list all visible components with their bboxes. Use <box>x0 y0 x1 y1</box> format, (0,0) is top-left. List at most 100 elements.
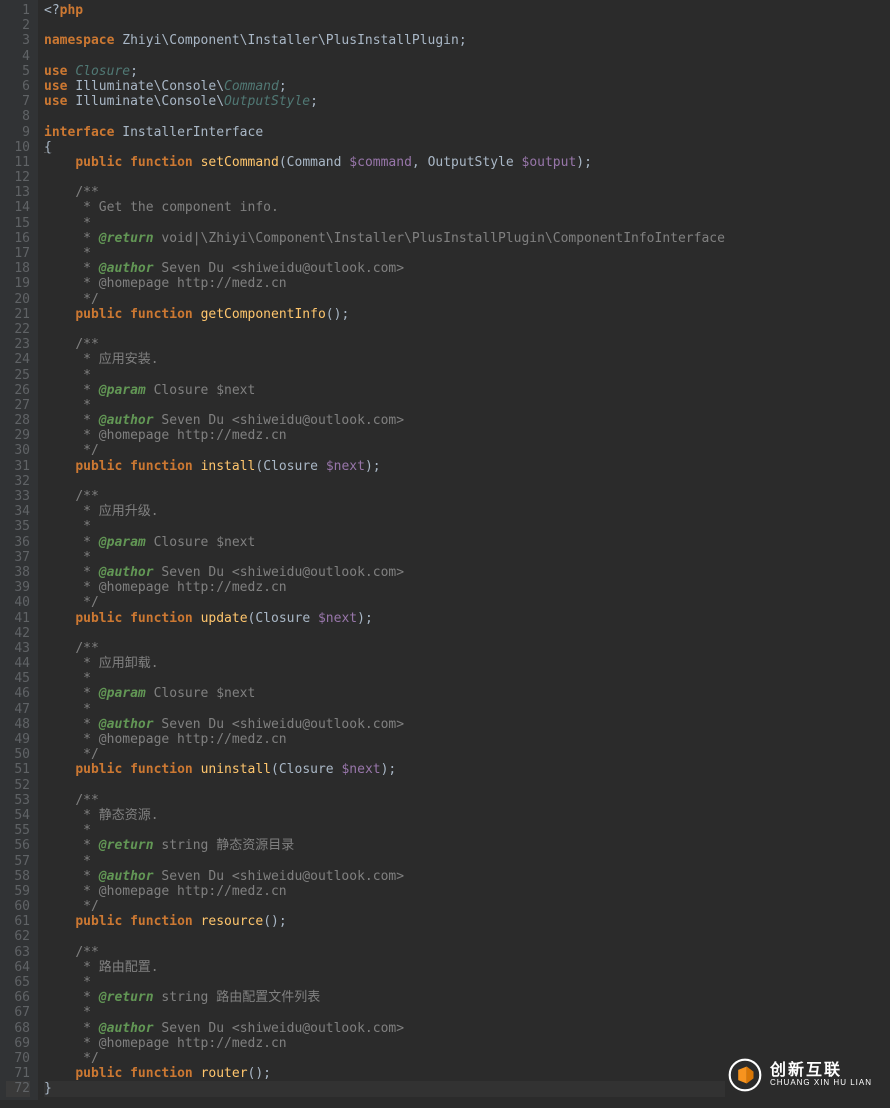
code-line[interactable]: public function install(Closure $next); <box>44 459 725 474</box>
code-line[interactable]: * @homepage http://medz.cn <box>44 580 725 595</box>
line-number: 24 <box>6 352 30 367</box>
code-line[interactable]: * <box>44 216 725 231</box>
code-line[interactable] <box>44 929 725 944</box>
code-line[interactable] <box>44 109 725 124</box>
code-line[interactable] <box>44 49 725 64</box>
line-number: 25 <box>6 368 30 383</box>
line-number: 21 <box>6 307 30 322</box>
code-line[interactable]: /** <box>44 185 725 200</box>
code-line[interactable]: * @author Seven Du <shiweidu@outlook.com… <box>44 1021 725 1036</box>
code-line[interactable]: * @param Closure $next <box>44 686 725 701</box>
code-line[interactable]: * <box>44 975 725 990</box>
code-line[interactable]: * @author Seven Du <shiweidu@outlook.com… <box>44 717 725 732</box>
line-number-gutter: 1234567891011121314151617181920212223242… <box>0 0 38 1100</box>
code-line[interactable]: */ <box>44 747 725 762</box>
code-line[interactable]: * <box>44 368 725 383</box>
code-line[interactable]: /** <box>44 489 725 504</box>
code-line[interactable]: * <box>44 702 725 717</box>
code-line[interactable]: * @return string 路由配置文件列表 <box>44 990 725 1005</box>
line-number: 5 <box>6 64 30 79</box>
code-line[interactable]: * @return void|\Zhiyi\Component\Installe… <box>44 231 725 246</box>
code-line[interactable] <box>44 170 725 185</box>
code-line[interactable]: * @homepage http://medz.cn <box>44 732 725 747</box>
code-line[interactable]: * <box>44 854 725 869</box>
code-line[interactable]: * @author Seven Du <shiweidu@outlook.com… <box>44 261 725 276</box>
code-line[interactable]: * @homepage http://medz.cn <box>44 884 725 899</box>
code-line[interactable] <box>44 18 725 33</box>
code-line[interactable]: /** <box>44 641 725 656</box>
code-line[interactable]: interface InstallerInterface <box>44 125 725 140</box>
code-line[interactable]: { <box>44 140 725 155</box>
line-number: 59 <box>6 884 30 899</box>
code-line[interactable]: public function router(); <box>44 1066 725 1081</box>
code-line[interactable]: public function getComponentInfo(); <box>44 307 725 322</box>
code-line[interactable] <box>44 626 725 641</box>
line-number: 41 <box>6 611 30 626</box>
code-line[interactable]: * <box>44 550 725 565</box>
code-line[interactable]: * @homepage http://medz.cn <box>44 1036 725 1051</box>
code-line[interactable]: public function resource(); <box>44 914 725 929</box>
code-line[interactable]: namespace Zhiyi\Component\Installer\Plus… <box>44 33 725 48</box>
code-line[interactable]: * 静态资源. <box>44 808 725 823</box>
code-line[interactable]: * Get the component info. <box>44 200 725 215</box>
code-line[interactable]: * <box>44 823 725 838</box>
code-line[interactable]: * @return string 静态资源目录 <box>44 838 725 853</box>
code-line[interactable]: * 应用升级. <box>44 504 725 519</box>
code-line[interactable]: * @param Closure $next <box>44 383 725 398</box>
code-line[interactable]: public function update(Closure $next); <box>44 611 725 626</box>
line-number: 14 <box>6 200 30 215</box>
code-line[interactable]: use Illuminate\Console\OutputStyle; <box>44 94 725 109</box>
line-number: 71 <box>6 1066 30 1081</box>
code-line[interactable] <box>44 322 725 337</box>
code-line[interactable]: use Illuminate\Console\Command; <box>44 79 725 94</box>
code-line[interactable]: */ <box>44 1051 725 1066</box>
code-line[interactable]: */ <box>44 443 725 458</box>
code-line[interactable]: * @homepage http://medz.cn <box>44 276 725 291</box>
code-line[interactable]: public function setCommand(Command $comm… <box>44 155 725 170</box>
code-line[interactable]: } <box>44 1081 725 1096</box>
line-number: 32 <box>6 474 30 489</box>
code-line[interactable]: */ <box>44 899 725 914</box>
code-content[interactable]: <?php namespace Zhiyi\Component\Installe… <box>38 0 725 1100</box>
code-line[interactable]: * @param Closure $next <box>44 535 725 550</box>
code-line[interactable]: * @author Seven Du <shiweidu@outlook.com… <box>44 413 725 428</box>
code-line[interactable]: */ <box>44 292 725 307</box>
code-line[interactable]: * 路由配置. <box>44 960 725 975</box>
line-number: 15 <box>6 216 30 231</box>
line-number: 20 <box>6 292 30 307</box>
line-number: 44 <box>6 656 30 671</box>
line-number: 42 <box>6 626 30 641</box>
line-number: 54 <box>6 808 30 823</box>
code-line[interactable]: * 应用安装. <box>44 352 725 367</box>
code-line[interactable]: /** <box>44 793 725 808</box>
line-number: 33 <box>6 489 30 504</box>
code-line[interactable]: /** <box>44 337 725 352</box>
code-line[interactable]: * <box>44 246 725 261</box>
code-line[interactable]: */ <box>44 595 725 610</box>
line-number: 62 <box>6 929 30 944</box>
code-line[interactable] <box>44 474 725 489</box>
logo-icon <box>728 1058 762 1092</box>
line-number: 16 <box>6 231 30 246</box>
code-line[interactable]: * <box>44 1005 725 1020</box>
line-number: 69 <box>6 1036 30 1051</box>
code-editor[interactable]: 1234567891011121314151617181920212223242… <box>0 0 890 1100</box>
code-line[interactable]: * @homepage http://medz.cn <box>44 428 725 443</box>
line-number: 13 <box>6 185 30 200</box>
line-number: 4 <box>6 49 30 64</box>
code-line[interactable]: * <box>44 398 725 413</box>
code-line[interactable]: * 应用卸载. <box>44 656 725 671</box>
code-line[interactable]: use Closure; <box>44 64 725 79</box>
code-line[interactable]: * @author Seven Du <shiweidu@outlook.com… <box>44 565 725 580</box>
code-line[interactable]: * <box>44 519 725 534</box>
code-line[interactable]: * <box>44 671 725 686</box>
line-number: 3 <box>6 33 30 48</box>
line-number: 56 <box>6 838 30 853</box>
code-line[interactable]: <?php <box>44 3 725 18</box>
code-line[interactable]: * @author Seven Du <shiweidu@outlook.com… <box>44 869 725 884</box>
code-line[interactable]: public function uninstall(Closure $next)… <box>44 762 725 777</box>
code-line[interactable] <box>44 778 725 793</box>
code-line[interactable]: /** <box>44 945 725 960</box>
line-number: 72 <box>6 1081 30 1096</box>
line-number: 37 <box>6 550 30 565</box>
